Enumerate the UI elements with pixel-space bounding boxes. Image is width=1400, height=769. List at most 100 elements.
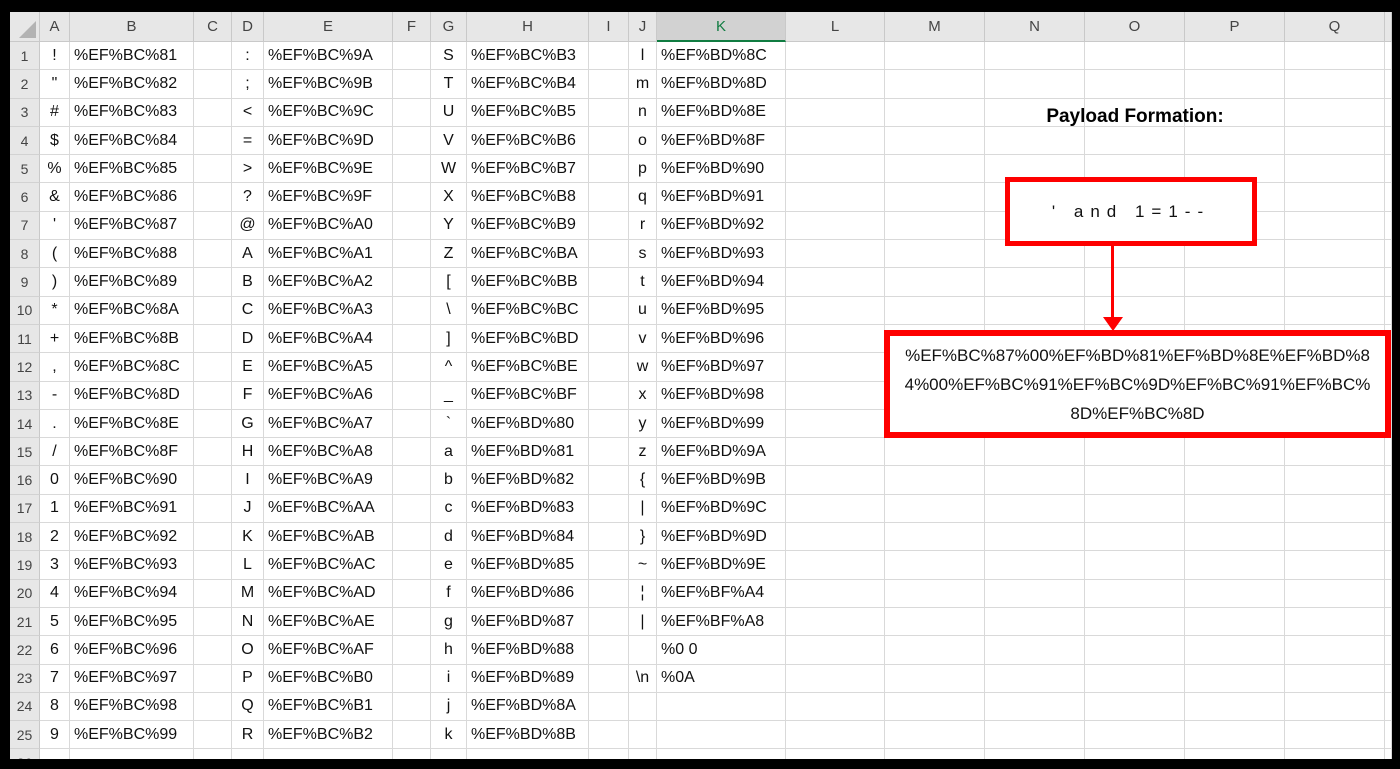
cell-N23[interactable] bbox=[985, 664, 1085, 693]
cell-L4[interactable] bbox=[786, 126, 885, 156]
cell-A9[interactable]: ) bbox=[40, 268, 70, 297]
cell-L16[interactable] bbox=[786, 466, 885, 495]
column-header-C[interactable]: C bbox=[194, 12, 232, 42]
cell-J2[interactable]: m bbox=[629, 70, 657, 99]
cell-E13[interactable]: %EF%BC%A6 bbox=[264, 381, 393, 410]
cell-P24[interactable] bbox=[1185, 692, 1285, 722]
cell-D2[interactable]: ; bbox=[232, 70, 264, 99]
cell-L11[interactable] bbox=[786, 324, 885, 354]
cell-L2[interactable] bbox=[786, 70, 885, 99]
cell-K5[interactable]: %EF%BD%90 bbox=[657, 155, 786, 184]
cell-C2[interactable] bbox=[194, 70, 232, 99]
cell-F15[interactable] bbox=[393, 438, 431, 467]
cell-E11[interactable]: %EF%BC%A4 bbox=[264, 324, 393, 354]
row-header-16[interactable]: 16 bbox=[10, 466, 40, 495]
cell-J20[interactable]: ¦ bbox=[629, 579, 657, 608]
cell-O14[interactable] bbox=[1085, 409, 1185, 439]
cell-P20[interactable] bbox=[1185, 579, 1285, 608]
cell-H24[interactable]: %EF%BD%8A bbox=[467, 692, 589, 722]
cell-P25[interactable] bbox=[1185, 721, 1285, 750]
cell-P26[interactable] bbox=[1185, 749, 1285, 759]
cell-K12[interactable]: %EF%BD%97 bbox=[657, 353, 786, 382]
cell-D12[interactable]: E bbox=[232, 353, 264, 382]
column-header-N[interactable]: N bbox=[985, 12, 1085, 42]
cell-L17[interactable] bbox=[786, 494, 885, 524]
cell-I17[interactable] bbox=[589, 494, 629, 524]
cell-K7[interactable]: %EF%BD%92 bbox=[657, 211, 786, 241]
cell-Q18[interactable] bbox=[1285, 523, 1385, 552]
cell-C24[interactable] bbox=[194, 692, 232, 722]
cell-C25[interactable] bbox=[194, 721, 232, 750]
cell-I25[interactable] bbox=[589, 721, 629, 750]
cell-K21[interactable]: %EF%BF%A8 bbox=[657, 607, 786, 637]
cell-F4[interactable] bbox=[393, 126, 431, 156]
cell-J16[interactable]: { bbox=[629, 466, 657, 495]
cell-Q5[interactable] bbox=[1285, 155, 1385, 184]
cell-B13[interactable]: %EF%BC%8D bbox=[70, 381, 194, 410]
cell-E8[interactable]: %EF%BC%A1 bbox=[264, 240, 393, 269]
cell-O13[interactable] bbox=[1085, 381, 1185, 410]
cell-N15[interactable] bbox=[985, 438, 1085, 467]
cell-D5[interactable]: > bbox=[232, 155, 264, 184]
cell-P8[interactable] bbox=[1185, 240, 1285, 269]
cell-B24[interactable]: %EF%BC%98 bbox=[70, 692, 194, 722]
cell-E10[interactable]: %EF%BC%A3 bbox=[264, 296, 393, 325]
cell-H9[interactable]: %EF%BC%BB bbox=[467, 268, 589, 297]
cell-F6[interactable] bbox=[393, 183, 431, 212]
cell-I9[interactable] bbox=[589, 268, 629, 297]
cell-F10[interactable] bbox=[393, 296, 431, 325]
cell-G19[interactable]: e bbox=[431, 551, 467, 580]
column-header-P[interactable]: P bbox=[1185, 12, 1285, 42]
cell-Q17[interactable] bbox=[1285, 494, 1385, 524]
cell-E16[interactable]: %EF%BC%A9 bbox=[264, 466, 393, 495]
cell-N2[interactable] bbox=[985, 70, 1085, 99]
cell-F16[interactable] bbox=[393, 466, 431, 495]
row-header-4[interactable]: 4 bbox=[10, 126, 40, 156]
cell-O26[interactable] bbox=[1085, 749, 1185, 759]
cell-H14[interactable]: %EF%BD%80 bbox=[467, 409, 589, 439]
cell-E21[interactable]: %EF%BC%AE bbox=[264, 607, 393, 637]
cell-C26[interactable] bbox=[194, 749, 232, 759]
cell-N17[interactable] bbox=[985, 494, 1085, 524]
cell-Q10[interactable] bbox=[1285, 296, 1385, 325]
cell-G23[interactable]: i bbox=[431, 664, 467, 693]
cell-G13[interactable]: _ bbox=[431, 381, 467, 410]
cell-N10[interactable] bbox=[985, 296, 1085, 325]
cell-D19[interactable]: L bbox=[232, 551, 264, 580]
cell-M20[interactable] bbox=[885, 579, 985, 608]
cell-C16[interactable] bbox=[194, 466, 232, 495]
cell-N6[interactable] bbox=[985, 183, 1085, 212]
cell-H1[interactable]: %EF%BC%B3 bbox=[467, 42, 589, 71]
cell-G24[interactable]: j bbox=[431, 692, 467, 722]
cell-A1[interactable]: ! bbox=[40, 42, 70, 71]
cell-A22[interactable]: 6 bbox=[40, 636, 70, 665]
cell-L7[interactable] bbox=[786, 211, 885, 241]
cell-F3[interactable] bbox=[393, 98, 431, 127]
cell-Q21[interactable] bbox=[1285, 607, 1385, 637]
cell-H7[interactable]: %EF%BC%B9 bbox=[467, 211, 589, 241]
cell-D17[interactable]: J bbox=[232, 494, 264, 524]
row-header-2[interactable]: 2 bbox=[10, 70, 40, 99]
cell-G8[interactable]: Z bbox=[431, 240, 467, 269]
cell-E14[interactable]: %EF%BC%A7 bbox=[264, 409, 393, 439]
row-header-15[interactable]: 15 bbox=[10, 438, 40, 467]
cell-C8[interactable] bbox=[194, 240, 232, 269]
cell-P7[interactable] bbox=[1185, 211, 1285, 241]
cell-B4[interactable]: %EF%BC%84 bbox=[70, 126, 194, 156]
cell-D16[interactable]: I bbox=[232, 466, 264, 495]
cell-E19[interactable]: %EF%BC%AC bbox=[264, 551, 393, 580]
cell-B5[interactable]: %EF%BC%85 bbox=[70, 155, 194, 184]
cell-B17[interactable]: %EF%BC%91 bbox=[70, 494, 194, 524]
cell-J11[interactable]: v bbox=[629, 324, 657, 354]
cell-E17[interactable]: %EF%BC%AA bbox=[264, 494, 393, 524]
cell-B22[interactable]: %EF%BC%96 bbox=[70, 636, 194, 665]
cell-G21[interactable]: g bbox=[431, 607, 467, 637]
cell-G16[interactable]: b bbox=[431, 466, 467, 495]
cell-I1[interactable] bbox=[589, 42, 629, 71]
cell-N12[interactable] bbox=[985, 353, 1085, 382]
cell-D14[interactable]: G bbox=[232, 409, 264, 439]
cell-H3[interactable]: %EF%BC%B5 bbox=[467, 98, 589, 127]
cell-C11[interactable] bbox=[194, 324, 232, 354]
cell-N14[interactable] bbox=[985, 409, 1085, 439]
cell-M21[interactable] bbox=[885, 607, 985, 637]
